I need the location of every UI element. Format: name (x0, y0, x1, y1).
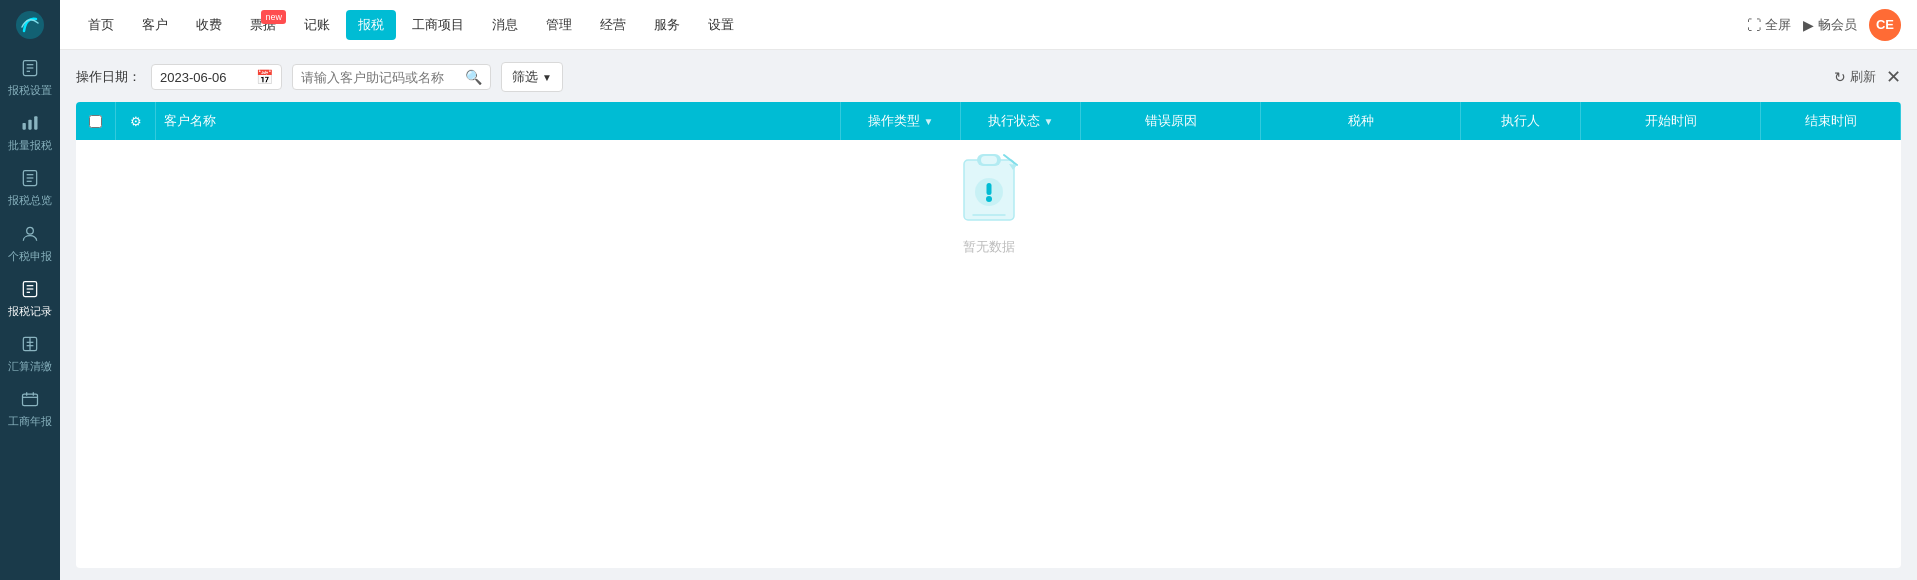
search-icon[interactable]: 🔍 (465, 69, 482, 85)
sidebar-item-label-baoshui-shezhi: 报税设置 (8, 84, 52, 97)
th-exec-status[interactable]: 执行状态 ▼ (961, 102, 1081, 140)
svg-rect-6 (28, 120, 31, 130)
table-body-scroll: 暂无数据 (76, 140, 1901, 568)
sidebar-item-baoshui-shezhi[interactable]: 报税设置 (0, 50, 60, 105)
svg-rect-7 (34, 117, 37, 130)
top-nav: 首页 客户 收费 票据 new 记账 报税 工商项目 消息 管理 经营 服务 设… (60, 0, 1917, 50)
table-empty-state: 暂无数据 (76, 140, 1901, 256)
sidebar: 报税设置 批量报税 报税总览 (0, 0, 60, 580)
svg-point-30 (986, 196, 992, 202)
toolbar: 操作日期： 📅 🔍 筛选 ▼ ↻ 刷新 ✕ (76, 62, 1901, 92)
filter-button[interactable]: 筛选 ▼ (501, 62, 563, 92)
baoshui-shezhi-icon (20, 58, 40, 81)
baoshui-jilu-icon (20, 279, 40, 302)
nav-item-homepage[interactable]: 首页 (76, 10, 126, 40)
nav-item-jizhang[interactable]: 记账 (292, 10, 342, 40)
sidebar-item-label-zonlian: 报税总览 (8, 194, 52, 207)
gongshang-nianbao-icon (20, 389, 40, 412)
svg-rect-5 (23, 123, 26, 130)
nav-right: ⛶ 全屏 ▶ 畅会员 CE (1747, 9, 1901, 41)
table-header: ⚙ 客户名称 操作类型 ▼ 执行状态 ▼ 错误原因 税种 (76, 102, 1901, 140)
svg-rect-21 (23, 394, 38, 406)
nav-item-fuwu[interactable]: 服务 (642, 10, 692, 40)
geshuishenbao-icon (20, 224, 40, 247)
sidebar-item-label-gongshang: 工商年报 (8, 415, 52, 428)
th-tax-type: 税种 (1261, 102, 1461, 140)
table-wrap: ⚙ 客户名称 操作类型 ▼ 执行状态 ▼ 错误原因 税种 (76, 102, 1901, 568)
sort-icon-status: ▼ (1044, 116, 1054, 127)
date-label: 操作日期： (76, 68, 141, 86)
th-checkbox[interactable] (76, 102, 116, 140)
select-all-checkbox[interactable] (89, 115, 102, 128)
baoshui-zonlian-icon (20, 168, 40, 191)
search-input[interactable] (301, 70, 461, 85)
search-box[interactable]: 🔍 (292, 64, 491, 90)
avatar[interactable]: CE (1869, 9, 1901, 41)
piliang-baoshui-icon (20, 113, 40, 136)
refresh-icon: ↻ (1834, 69, 1846, 85)
svg-point-12 (27, 227, 34, 234)
sidebar-item-gongshang-nianbao[interactable]: 工商年报 (0, 381, 60, 436)
sidebar-item-baoshui-jilu[interactable]: 报税记录 (0, 271, 60, 326)
filter-label: 筛选 (512, 68, 538, 86)
svg-rect-27 (981, 156, 997, 164)
sidebar-item-huisuan[interactable]: 汇算清缴 (0, 326, 60, 381)
date-input[interactable] (160, 70, 250, 85)
main-area: 首页 客户 收费 票据 new 记账 报税 工商项目 消息 管理 经营 服务 设… (60, 0, 1917, 580)
nav-item-guanli[interactable]: 管理 (534, 10, 584, 40)
nav-items: 首页 客户 收费 票据 new 记账 报税 工商项目 消息 管理 经营 服务 设… (76, 10, 1747, 40)
new-badge: new (261, 10, 286, 25)
refresh-label: 刷新 (1850, 68, 1876, 86)
settings-icon: ⚙ (130, 114, 142, 129)
th-executor: 执行人 (1461, 102, 1581, 140)
date-picker[interactable]: 📅 (151, 64, 282, 90)
nav-item-baoshui[interactable]: 报税 (346, 10, 396, 40)
refresh-button[interactable]: ↻ 刷新 (1834, 68, 1876, 86)
fullscreen-icon: ⛶ (1747, 17, 1761, 33)
sort-icon-operation: ▼ (924, 116, 934, 127)
svg-rect-29 (986, 183, 991, 195)
content-area: 操作日期： 📅 🔍 筛选 ▼ ↻ 刷新 ✕ (60, 50, 1917, 580)
empty-text: 暂无数据 (963, 238, 1015, 256)
nav-item-jingying[interactable]: 经营 (588, 10, 638, 40)
nav-item-gongshang[interactable]: 工商项目 (400, 10, 476, 40)
member-label: 畅会员 (1818, 16, 1857, 34)
nav-item-customer[interactable]: 客户 (130, 10, 180, 40)
sidebar-item-label-huisuan: 汇算清缴 (8, 360, 52, 373)
sidebar-item-label-piliang: 批量报税 (8, 139, 52, 152)
calendar-icon: 📅 (256, 69, 273, 85)
fullscreen-label: 全屏 (1765, 16, 1791, 34)
nav-item-shezhi[interactable]: 设置 (696, 10, 746, 40)
app-logo[interactable] (0, 0, 60, 50)
sidebar-item-label-jilu: 报税记录 (8, 305, 52, 318)
empty-illustration (949, 140, 1029, 230)
svg-point-0 (16, 11, 44, 39)
th-end-time: 结束时间 (1761, 102, 1901, 140)
fullscreen-button[interactable]: ⛶ 全屏 (1747, 16, 1791, 34)
chevron-down-icon: ▼ (542, 72, 552, 83)
th-start-time: 开始时间 (1581, 102, 1761, 140)
video-icon: ▶ (1803, 17, 1814, 33)
sidebar-item-geshuishenbao[interactable]: 个税申报 (0, 216, 60, 271)
sidebar-item-piliang-baoshui[interactable]: 批量报税 (0, 105, 60, 160)
member-button[interactable]: ▶ 畅会员 (1803, 16, 1857, 34)
sidebar-item-baoshui-zonlian[interactable]: 报税总览 (0, 160, 60, 215)
nav-item-shoufei[interactable]: 收费 (184, 10, 234, 40)
close-button[interactable]: ✕ (1886, 68, 1901, 86)
th-customer-name: 客户名称 (156, 102, 841, 140)
th-operation-type[interactable]: 操作类型 ▼ (841, 102, 961, 140)
nav-item-xiaoxi[interactable]: 消息 (480, 10, 530, 40)
huisuan-icon (20, 334, 40, 357)
th-error-reason: 错误原因 (1081, 102, 1261, 140)
sidebar-item-label-geshui: 个税申报 (8, 250, 52, 263)
th-settings[interactable]: ⚙ (116, 102, 156, 140)
nav-item-piaoju[interactable]: 票据 new (238, 10, 288, 40)
